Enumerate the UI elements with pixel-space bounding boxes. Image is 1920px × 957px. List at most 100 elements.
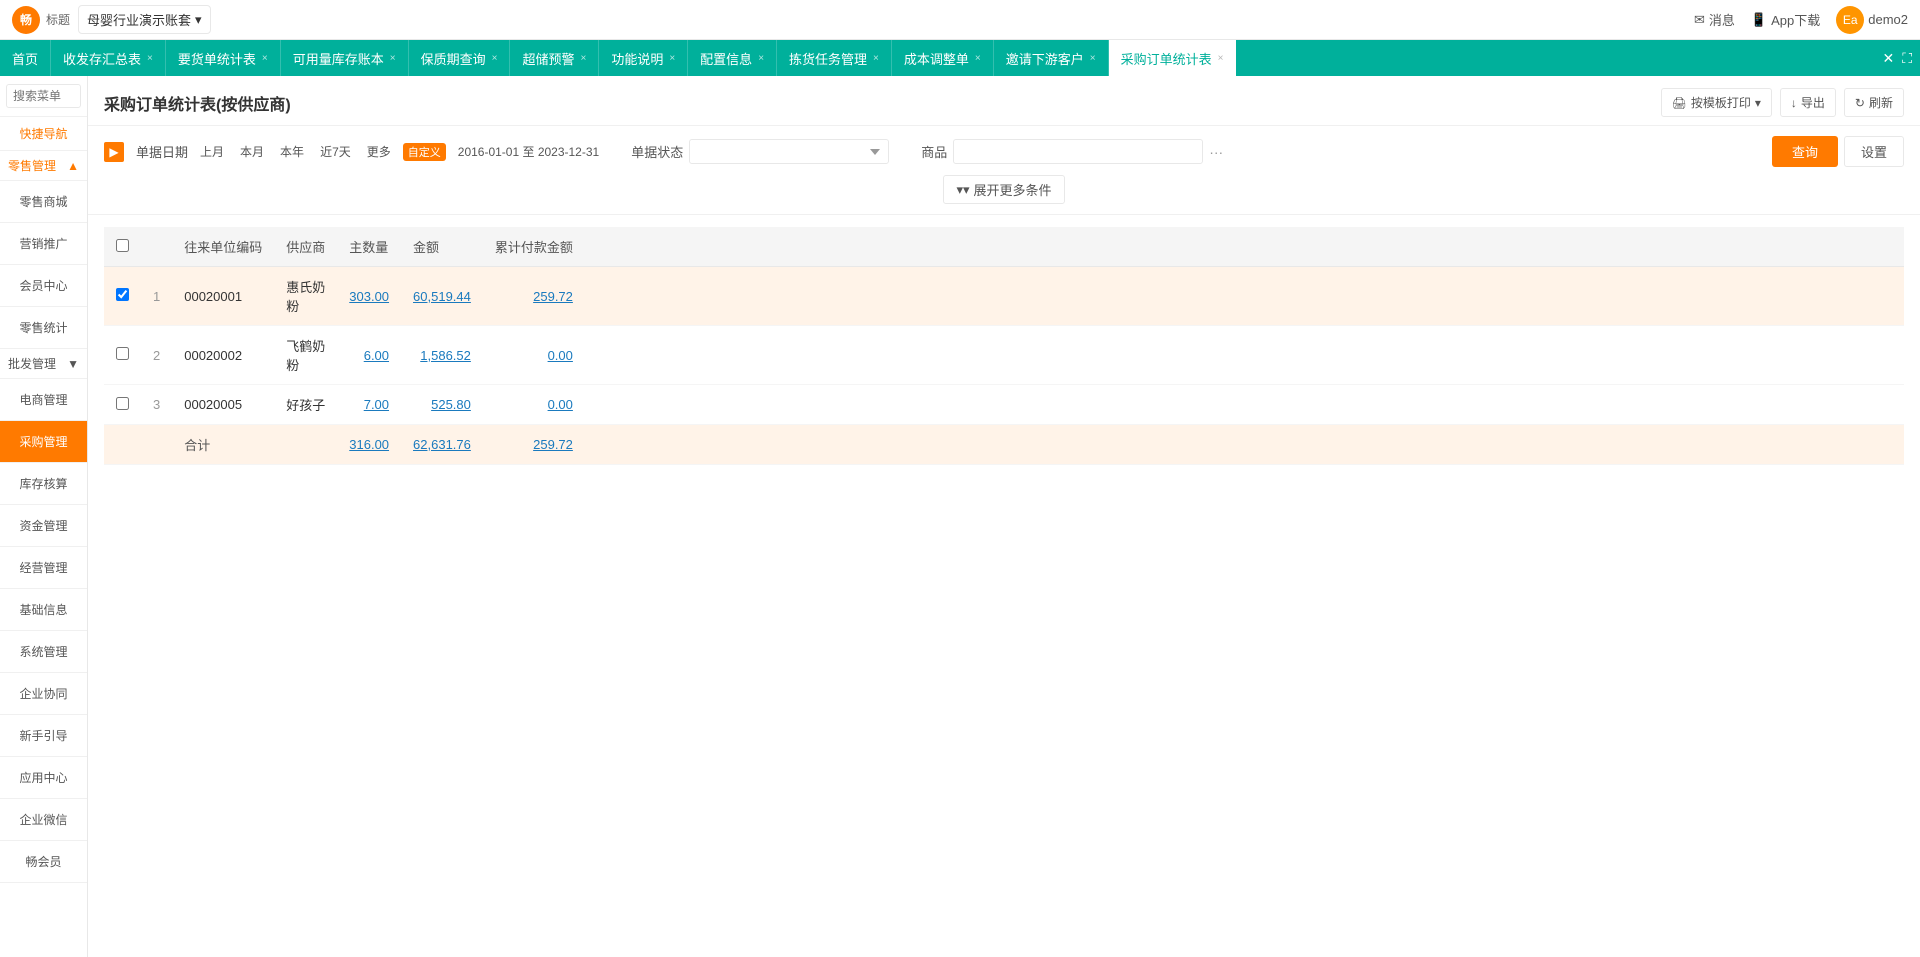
close-icon[interactable]: ×: [873, 53, 879, 64]
sidebar-item-member-center[interactable]: 会员中心: [0, 265, 87, 307]
sidebar-item-basic-info[interactable]: 基础信息: [0, 589, 87, 631]
query-button[interactable]: 查询: [1772, 136, 1838, 167]
page-actions: 🖨 按模板打印 ▾ ↓ 导出 ↻ 刷新: [1661, 88, 1904, 117]
sidebar-quick-nav[interactable]: 快捷导航: [0, 117, 87, 151]
table-footer-row: 合计 316.00 62,631.76 259.72: [104, 425, 1904, 465]
shortcut-this-year[interactable]: 本年: [274, 141, 310, 162]
sidebar-item-retail-mall[interactable]: 零售商城: [0, 181, 87, 223]
select-all-checkbox[interactable]: [116, 239, 129, 252]
sidebar-item-operations[interactable]: 经营管理: [0, 547, 87, 589]
tab-function-desc[interactable]: 功能说明 ×: [599, 40, 688, 76]
th-extra: [585, 227, 1904, 267]
row-qty[interactable]: 6.00: [337, 326, 401, 385]
sidebar-item-app-center[interactable]: 应用中心: [0, 757, 87, 799]
tfoot-empty: [104, 425, 172, 465]
top-bar-left: 畅 标题 母婴行业演示账套 ▾: [12, 5, 211, 34]
sidebar-item-vip-member[interactable]: 畅会员: [0, 841, 87, 883]
tab-income-summary[interactable]: 收发存汇总表 ×: [51, 40, 166, 76]
download-icon: 📱: [1751, 12, 1767, 28]
th-amount: 金额: [401, 227, 483, 267]
close-all-icon[interactable]: ✕: [1882, 50, 1894, 67]
filter-more-row: ▾▾ 展开更多条件: [104, 175, 1904, 204]
close-icon[interactable]: ×: [1090, 53, 1096, 64]
shortcut-more[interactable]: 更多: [361, 141, 397, 162]
row-checkbox-cell: [104, 326, 141, 385]
expand-arrow[interactable]: ▶: [104, 142, 124, 162]
export-button[interactable]: ↓ 导出: [1780, 88, 1836, 117]
row-amount[interactable]: 60,519.44: [401, 267, 483, 326]
sidebar-item-new-guide[interactable]: 新手引导: [0, 715, 87, 757]
status-select[interactable]: [689, 139, 889, 164]
row-supplier: 好孩子: [274, 385, 337, 425]
sidebar-item-enterprise-collab[interactable]: 企业协同: [0, 673, 87, 715]
close-icon[interactable]: ×: [492, 53, 498, 64]
close-icon[interactable]: ×: [669, 53, 675, 64]
tab-overstock-warning[interactable]: 超储预警 ×: [510, 40, 599, 76]
expand-more-label: 展开更多条件: [974, 180, 1052, 199]
print-icon: 🖨: [1672, 96, 1687, 110]
sidebar-item-inventory-check[interactable]: 库存核算: [0, 463, 87, 505]
tab-inventory-book[interactable]: 可用量库存账本 ×: [281, 40, 409, 76]
close-icon[interactable]: ×: [1218, 53, 1224, 64]
tab-goods-summary[interactable]: 要货单统计表 ×: [166, 40, 281, 76]
row-checkbox[interactable]: [116, 397, 129, 410]
close-icon[interactable]: ×: [390, 53, 396, 64]
shortcut-this-month[interactable]: 本月: [234, 141, 270, 162]
expand-more-button[interactable]: ▾▾ 展开更多条件: [943, 175, 1064, 204]
row-amount[interactable]: 1,586.52: [401, 326, 483, 385]
th-supplier-code: 往来单位编码: [172, 227, 274, 267]
sidebar-search-area: [0, 76, 87, 117]
row-qty[interactable]: 7.00: [337, 385, 401, 425]
filter-bar: ▶ 单据日期 上月 本月 本年 近7天 更多 自定义 2016-0: [88, 126, 1920, 215]
tab-home[interactable]: 首页: [0, 40, 51, 76]
message-action[interactable]: ✉ 消息: [1694, 10, 1735, 29]
close-icon[interactable]: ×: [758, 53, 764, 64]
sidebar-item-wholesale-manage[interactable]: 批发管理 ▼: [0, 349, 87, 379]
user-action[interactable]: Ea demo2: [1836, 6, 1908, 34]
settings-button[interactable]: 设置: [1844, 136, 1904, 167]
sidebar-item-system-manage[interactable]: 系统管理: [0, 631, 87, 673]
row-supplier-code: 00020005: [172, 385, 274, 425]
sidebar-item-enterprise-wechat[interactable]: 企业微信: [0, 799, 87, 841]
template-print-button[interactable]: 🖨 按模板打印 ▾: [1661, 88, 1772, 117]
tfoot-paid: 259.72: [483, 425, 585, 465]
row-paid[interactable]: 259.72: [483, 267, 585, 326]
tab-purchase-summary[interactable]: 采购订单统计表 ×: [1109, 40, 1237, 76]
tab-config-info[interactable]: 配置信息 ×: [688, 40, 777, 76]
goods-input[interactable]: [953, 139, 1203, 164]
workspace-selector[interactable]: 母婴行业演示账套 ▾: [78, 5, 211, 34]
row-checkbox[interactable]: [116, 288, 129, 301]
close-icon[interactable]: ×: [262, 53, 268, 64]
tfoot-amount: 62,631.76: [401, 425, 483, 465]
row-checkbox[interactable]: [116, 347, 129, 360]
sidebar-item-ecommerce[interactable]: 电商管理: [0, 379, 87, 421]
logo-icon: 畅: [12, 6, 40, 34]
row-qty[interactable]: 303.00: [337, 267, 401, 326]
goods-more-icon[interactable]: ···: [1209, 144, 1223, 160]
tab-expiry-query[interactable]: 保质期查询 ×: [409, 40, 511, 76]
close-icon[interactable]: ×: [975, 53, 981, 64]
sidebar-item-purchase-manage[interactable]: 采购管理: [0, 421, 87, 463]
close-icon[interactable]: ×: [147, 53, 153, 64]
row-extra: [585, 267, 1904, 326]
tab-pick-task[interactable]: 拣货任务管理 ×: [777, 40, 892, 76]
app-download-action[interactable]: 📱 App下载: [1751, 10, 1820, 29]
shortcut-last-month[interactable]: 上月: [194, 141, 230, 162]
tab-cost-adjust[interactable]: 成本调整单 ×: [892, 40, 994, 76]
search-input[interactable]: [6, 84, 81, 108]
sidebar-item-marketing[interactable]: 营销推广: [0, 223, 87, 265]
table-row: 3 00020005 好孩子 7.00 525.80 0.00: [104, 385, 1904, 425]
sidebar-item-retail-stats[interactable]: 零售统计: [0, 307, 87, 349]
row-paid[interactable]: 0.00: [483, 326, 585, 385]
sidebar-item-retail-manage[interactable]: 零售管理 ▲: [0, 151, 87, 181]
table-row: 1 00020001 惠氏奶粉 303.00 60,519.44 259.72: [104, 267, 1904, 326]
tab-invite-downstream[interactable]: 邀请下游客户 ×: [994, 40, 1109, 76]
row-paid[interactable]: 0.00: [483, 385, 585, 425]
maximize-icon[interactable]: ⛶: [1902, 50, 1912, 67]
row-extra: [585, 385, 1904, 425]
row-amount[interactable]: 525.80: [401, 385, 483, 425]
shortcut-7days[interactable]: 近7天: [314, 141, 357, 162]
refresh-button[interactable]: ↻ 刷新: [1844, 88, 1904, 117]
close-icon[interactable]: ×: [580, 53, 586, 64]
sidebar-item-finance[interactable]: 资金管理: [0, 505, 87, 547]
